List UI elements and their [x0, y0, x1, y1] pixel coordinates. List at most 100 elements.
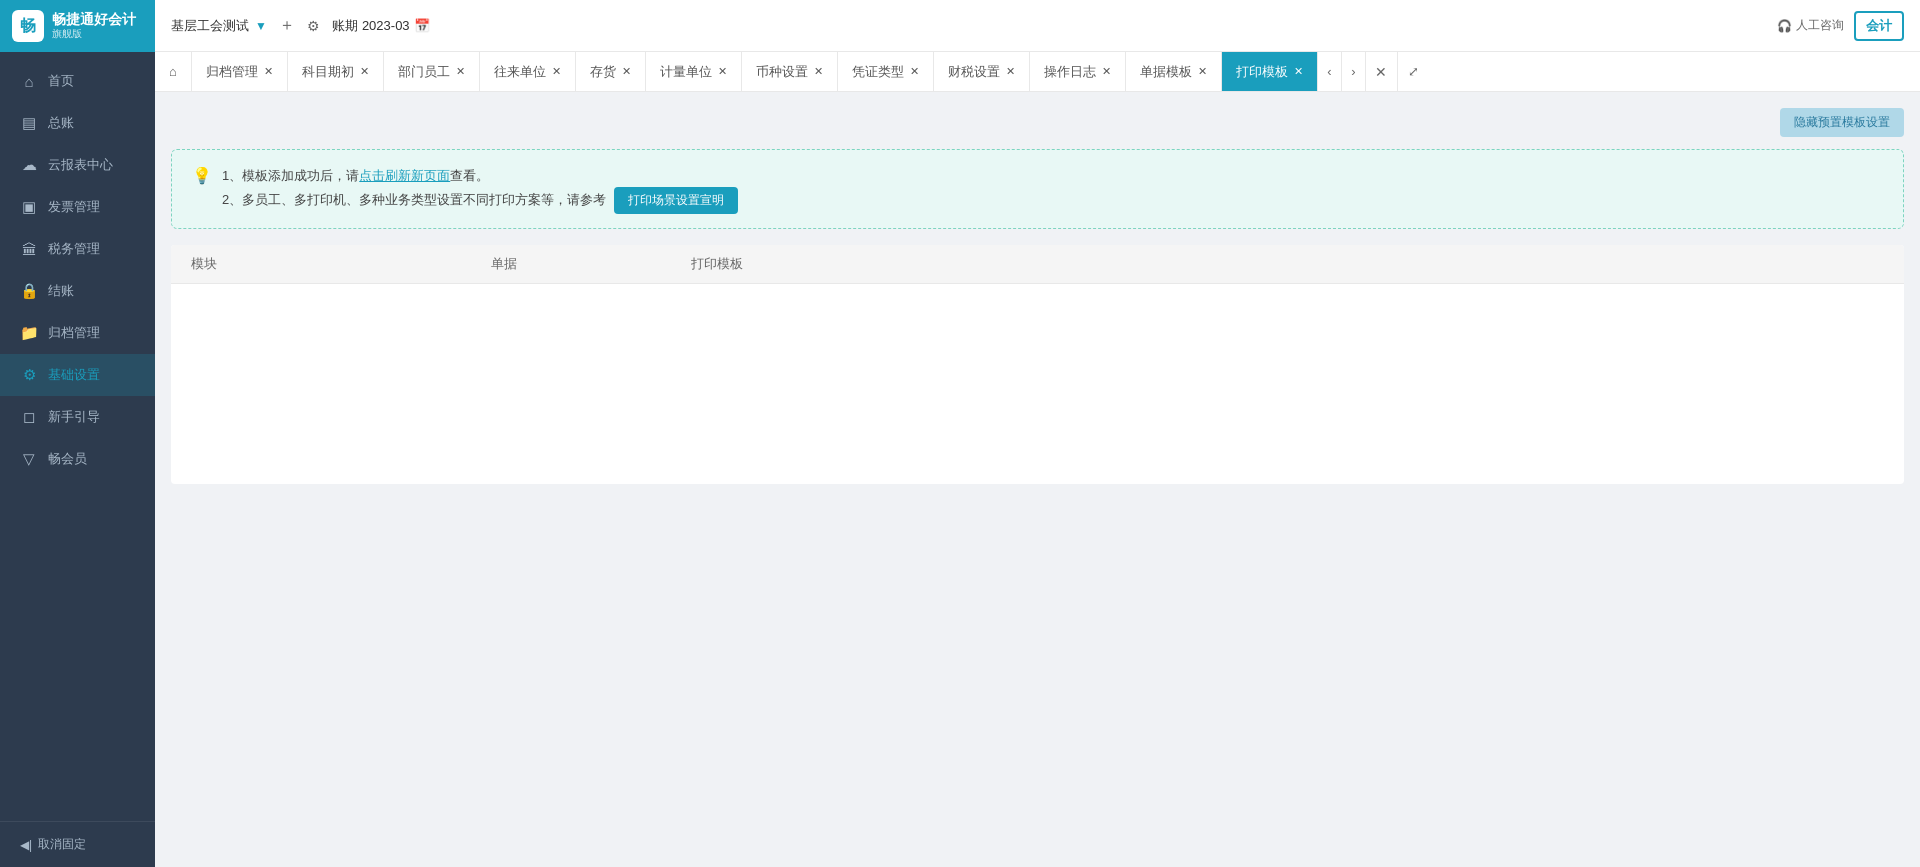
close-period-icon: 🔒 — [20, 282, 38, 300]
unpin-icon: ◀| — [20, 838, 32, 852]
tab-dept-close-icon[interactable]: ✕ — [456, 65, 465, 78]
tab-partner-close-icon[interactable]: ✕ — [552, 65, 561, 78]
tab-print-template-close-icon[interactable]: ✕ — [1294, 65, 1303, 78]
tab-doc-template[interactable]: 单据模板 ✕ — [1126, 52, 1222, 92]
sidebar-item-guide[interactable]: ◻ 新手引导 — [0, 396, 155, 438]
add-project-button[interactable]: ＋ — [279, 15, 295, 36]
info-text-block: 1、模板添加成功后，请点击刷新新页面查看。 2、多员工、多打印机、多种业务类型设… — [222, 164, 738, 214]
tab-home[interactable]: ⌂ — [155, 52, 192, 92]
reports-icon: ☁ — [20, 156, 38, 174]
info-line-1: 1、模板添加成功后，请点击刷新新页面查看。 — [222, 164, 738, 187]
tab-print-template-label: 打印模板 — [1236, 63, 1288, 81]
col-header-module: 模块 — [171, 255, 471, 273]
sidebar-item-settings[interactable]: ⚙ 基础设置 — [0, 354, 155, 396]
tab-voucher-type-close-icon[interactable]: ✕ — [910, 65, 919, 78]
tab-scroll-right-button[interactable]: › — [1342, 52, 1366, 92]
unpin-button[interactable]: ◀| 取消固定 — [0, 821, 155, 867]
tax-icon: 🏛 — [20, 241, 38, 258]
info-line-2: 2、多员工、多打印机、多种业务类型设置不同打印方案等，请参考 打印场景设置宣明 — [222, 187, 738, 214]
service-button[interactable]: 🎧 人工咨询 — [1777, 17, 1844, 34]
tab-inventory-close-icon[interactable]: ✕ — [622, 65, 631, 78]
tab-print-template[interactable]: 打印模板 ✕ — [1222, 52, 1318, 92]
project-selector[interactable]: 基层工会测试 ▼ — [171, 17, 267, 35]
project-name: 基层工会测试 — [171, 17, 249, 35]
sidebar-item-invoice-label: 发票管理 — [48, 198, 100, 216]
tab-tax-settings-close-icon[interactable]: ✕ — [1006, 65, 1015, 78]
sidebar-item-archive[interactable]: 📁 归档管理 — [0, 312, 155, 354]
kuaiji-button[interactable]: 会计 — [1854, 11, 1904, 41]
col-header-print: 打印模板 — [671, 255, 1904, 273]
tab-subjects-close-icon[interactable]: ✕ — [360, 65, 369, 78]
info-text-before: 1、模板添加成功后，请 — [222, 168, 359, 183]
tab-unit-close-icon[interactable]: ✕ — [718, 65, 727, 78]
sidebar-item-home[interactable]: ⌂ 首页 — [0, 60, 155, 102]
tab-archive-close-icon[interactable]: ✕ — [264, 65, 273, 78]
tab-subjects-label: 科目期初 — [302, 63, 354, 81]
tab-voucher-type-label: 凭证类型 — [852, 63, 904, 81]
tab-subjects[interactable]: 科目期初 ✕ — [288, 52, 384, 92]
sidebar-item-reports-label: 云报表中心 — [48, 156, 113, 174]
tab-partner-label: 往来单位 — [494, 63, 546, 81]
ledger-icon: ▤ — [20, 114, 38, 132]
tab-op-log-close-icon[interactable]: ✕ — [1102, 65, 1111, 78]
tab-partner[interactable]: 往来单位 ✕ — [480, 52, 576, 92]
unpin-label: 取消固定 — [38, 836, 86, 853]
invoice-icon: ▣ — [20, 198, 38, 216]
sidebar-item-vip-label: 畅会员 — [48, 450, 87, 468]
tab-currency-label: 币种设置 — [756, 63, 808, 81]
logo-title: 畅捷通好会计 — [52, 11, 136, 28]
tab-currency[interactable]: 币种设置 ✕ — [742, 52, 838, 92]
calendar-icon[interactable]: 📅 — [414, 18, 430, 33]
table-header: 模块 单据 打印模板 — [171, 245, 1904, 284]
info-box-content: 💡 1、模板添加成功后，请点击刷新新页面查看。 2、多员工、多打印机、多种业务类… — [192, 164, 1883, 214]
vip-icon: ▽ — [20, 450, 38, 468]
content-area: 隐藏预置模板设置 💡 1、模板添加成功后，请点击刷新新页面查看。 2、多员工、多… — [155, 92, 1920, 867]
tab-close-all-button[interactable]: ✕ — [1366, 52, 1398, 92]
tab-scroll-left-button[interactable]: ‹ — [1318, 52, 1342, 92]
tab-expand-button[interactable]: ⤢ — [1398, 52, 1430, 92]
hide-template-button[interactable]: 隐藏预置模板设置 — [1780, 108, 1904, 137]
info-box: 💡 1、模板添加成功后，请点击刷新新页面查看。 2、多员工、多打印机、多种业务类… — [171, 149, 1904, 229]
refresh-link[interactable]: 点击刷新新页面 — [359, 168, 450, 183]
home-icon: ⌂ — [20, 73, 38, 90]
settings-gear-icon[interactable]: ⚙ — [307, 18, 320, 34]
sidebar-item-archive-label: 归档管理 — [48, 324, 100, 342]
sidebar-item-ledger[interactable]: ▤ 总账 — [0, 102, 155, 144]
tab-archive-label: 归档管理 — [206, 63, 258, 81]
sidebar-item-vip[interactable]: ▽ 畅会员 — [0, 438, 155, 480]
tab-voucher-type[interactable]: 凭证类型 ✕ — [838, 52, 934, 92]
logo-icon: 畅 — [12, 10, 44, 42]
tab-currency-close-icon[interactable]: ✕ — [814, 65, 823, 78]
sidebar-item-settings-label: 基础设置 — [48, 366, 100, 384]
sidebar: 畅 畅捷通好会计 旗舰版 ⌂ 首页 ▤ 总账 ☁ 云报表中心 ▣ 发票管理 🏛 … — [0, 0, 155, 867]
tab-dept-label: 部门员工 — [398, 63, 450, 81]
tab-dept[interactable]: 部门员工 ✕ — [384, 52, 480, 92]
tab-tax-settings-label: 财税设置 — [948, 63, 1000, 81]
info-line2-text: 2、多员工、多打印机、多种业务类型设置不同打印方案等，请参考 — [222, 192, 606, 207]
info-text-after: 查看。 — [450, 168, 489, 183]
logo-subtitle: 旗舰版 — [52, 27, 136, 41]
main-area: 基层工会测试 ▼ ＋ ⚙ 账期 2023-03 📅 🎧 人工咨询 会计 ⌂ 归档… — [155, 0, 1920, 867]
period-label: 账期 — [332, 17, 358, 35]
table-body — [171, 284, 1904, 484]
archive-icon: 📁 — [20, 324, 38, 342]
tab-doc-template-label: 单据模板 — [1140, 63, 1192, 81]
bulb-icon: 💡 — [192, 166, 212, 185]
tab-archive[interactable]: 归档管理 ✕ — [192, 52, 288, 92]
sidebar-item-close[interactable]: 🔒 结账 — [0, 270, 155, 312]
service-label: 人工咨询 — [1796, 17, 1844, 34]
tab-op-log[interactable]: 操作日志 ✕ — [1030, 52, 1126, 92]
tab-tax-settings[interactable]: 财税设置 ✕ — [934, 52, 1030, 92]
headset-icon: 🎧 — [1777, 19, 1792, 33]
tab-doc-template-close-icon[interactable]: ✕ — [1198, 65, 1207, 78]
sidebar-item-invoice[interactable]: ▣ 发票管理 — [0, 186, 155, 228]
topbar-right: 🎧 人工咨询 会计 — [1777, 11, 1904, 41]
print-explain-button[interactable]: 打印场景设置宣明 — [614, 187, 738, 214]
tab-inventory[interactable]: 存货 ✕ — [576, 52, 646, 92]
sidebar-item-home-label: 首页 — [48, 72, 74, 90]
sidebar-item-reports[interactable]: ☁ 云报表中心 — [0, 144, 155, 186]
tab-unit[interactable]: 计量单位 ✕ — [646, 52, 742, 92]
sidebar-item-tax-label: 税务管理 — [48, 240, 100, 258]
sidebar-item-tax[interactable]: 🏛 税务管理 — [0, 228, 155, 270]
print-template-table: 模块 单据 打印模板 — [171, 245, 1904, 484]
